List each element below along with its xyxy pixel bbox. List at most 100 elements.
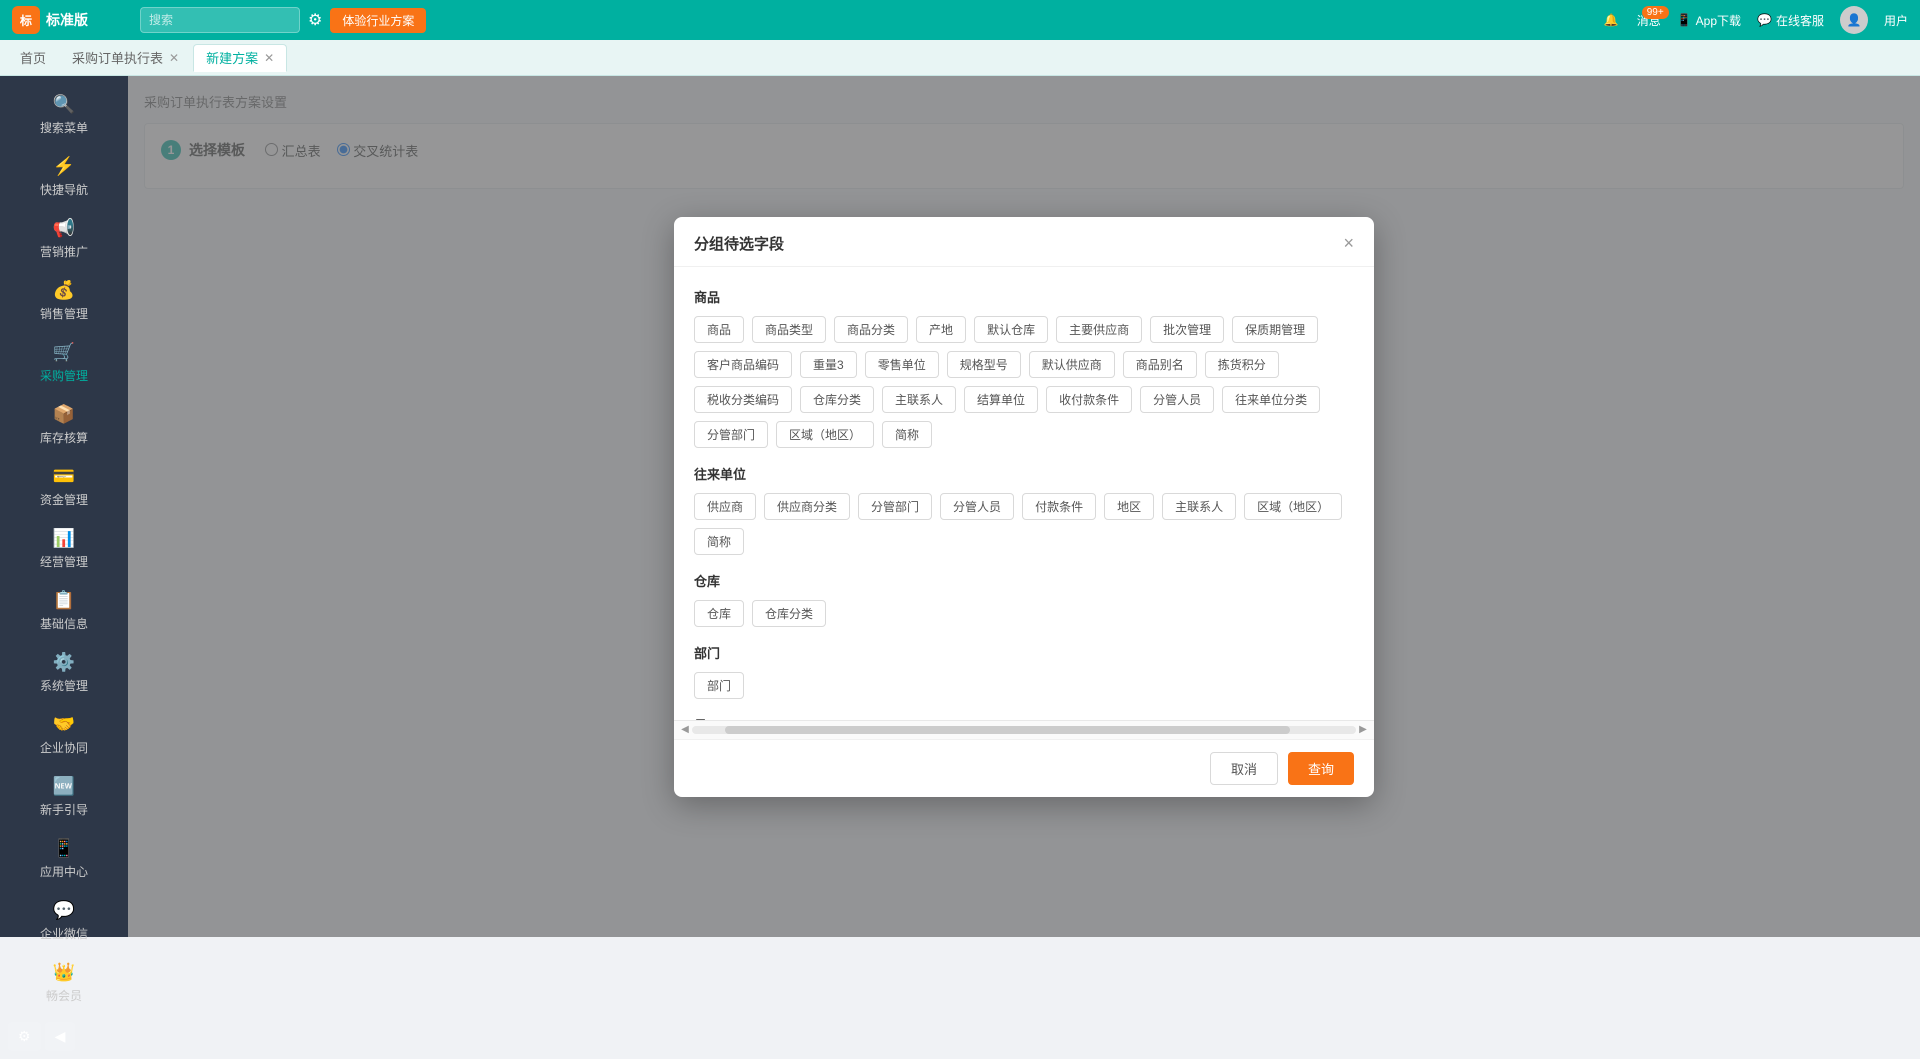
field-tag[interactable]: 仓库 <box>694 600 744 627</box>
field-tag[interactable]: 主联系人 <box>1162 493 1236 520</box>
sidebar-item-marketing[interactable]: 📢 营销推广 <box>0 208 128 270</box>
field-tag[interactable]: 分管人员 <box>1140 386 1214 413</box>
field-tag[interactable]: 简称 <box>882 421 932 448</box>
marketing-icon: 📢 <box>53 218 75 239</box>
field-tag[interactable]: 拣货积分 <box>1205 351 1279 378</box>
sidebar-item-basics[interactable]: 📋 基础信息 <box>0 580 128 642</box>
logo-text: 标准版 <box>46 10 88 30</box>
sidebar-item-member[interactable]: 👑 畅会员 <box>0 952 128 1014</box>
basics-icon: 📋 <box>53 590 75 611</box>
sidebar-item-member-label: 畅会员 <box>46 987 82 1004</box>
tab-new-plan-close[interactable]: ✕ <box>264 51 274 65</box>
field-tag[interactable]: 产地 <box>916 316 966 343</box>
section-title-dept: 部门 <box>694 643 1354 662</box>
header-right: 🔔 99+ 消息 📱 App下载 💬 在线客服 👤 用户 <box>1604 6 1908 34</box>
field-tag[interactable]: 区域（地区） <box>1244 493 1342 520</box>
field-tag[interactable]: 税收分类编码 <box>694 386 792 413</box>
sidebar-item-system[interactable]: ⚙️ 系统管理 <box>0 642 128 704</box>
logo-icon: 标 <box>12 6 40 34</box>
field-tag[interactable]: 仓库分类 <box>800 386 874 413</box>
modal-close-btn[interactable]: × <box>1343 234 1354 252</box>
field-tag[interactable]: 付款条件 <box>1022 493 1096 520</box>
field-tag[interactable]: 商品 <box>694 316 744 343</box>
sidebar-item-quicknav[interactable]: ⚡ 快捷导航 <box>0 146 128 208</box>
tab-purchase-exec-label: 采购订单执行表 <box>72 48 163 67</box>
modal-body[interactable]: 商品 商品 商品类型 商品分类 产地 默认仓库 主要供应商 批次管理 保质期管理… <box>674 267 1374 720</box>
field-tag[interactable]: 主联系人 <box>882 386 956 413</box>
sidebar-collapse-btn[interactable]: ◀ <box>45 1022 76 1051</box>
tab-purchase-exec[interactable]: 采购订单执行表 ✕ <box>60 44 191 72</box>
sidebar-item-sales-label: 销售管理 <box>40 305 88 322</box>
field-tag[interactable]: 默认供应商 <box>1029 351 1115 378</box>
tab-purchase-close[interactable]: ✕ <box>169 51 179 65</box>
field-tag[interactable]: 默认仓库 <box>974 316 1048 343</box>
sidebar-item-finance[interactable]: 💳 资金管理 <box>0 456 128 518</box>
modal-backdrop: 分组待选字段 × 商品 商品 商品类型 商品分类 产地 默认仓库 主要供应商 批… <box>128 76 1920 937</box>
sidebar-item-operations[interactable]: 📊 经营管理 <box>0 518 128 580</box>
h-scroll-thumb <box>725 726 1289 734</box>
cancel-btn[interactable]: 取消 <box>1210 752 1278 785</box>
field-tag[interactable]: 客户商品编码 <box>694 351 792 378</box>
field-tag[interactable]: 分管部门 <box>858 493 932 520</box>
field-tag[interactable]: 仓库分类 <box>752 600 826 627</box>
field-tag[interactable]: 商品分类 <box>834 316 908 343</box>
user-avatar[interactable]: 👤 <box>1840 6 1868 34</box>
field-tag[interactable]: 零售单位 <box>865 351 939 378</box>
h-scroll-track[interactable] <box>692 726 1356 734</box>
field-tag[interactable]: 供应商分类 <box>764 493 850 520</box>
sidebar-item-purchase-label: 采购管理 <box>40 367 88 384</box>
scroll-left-arrow[interactable]: ◀ <box>678 723 692 737</box>
scroll-right-arrow[interactable]: ▶ <box>1356 723 1370 737</box>
field-tag[interactable]: 批次管理 <box>1150 316 1224 343</box>
inventory-icon: 📦 <box>53 404 75 425</box>
sidebar-item-operations-label: 经营管理 <box>40 553 88 570</box>
sidebar-bottom: ⚙ ◀ <box>0 1014 128 1059</box>
field-tag[interactable]: 重量3 <box>800 351 857 378</box>
field-tag[interactable]: 往来单位分类 <box>1222 386 1320 413</box>
gear-icon[interactable]: ⚙ <box>308 10 322 30</box>
field-selection-modal: 分组待选字段 × 商品 商品 商品类型 商品分类 产地 默认仓库 主要供应商 批… <box>674 217 1374 797</box>
modal-h-scrollbar[interactable]: ◀ ▶ <box>674 720 1374 739</box>
online-service-btn[interactable]: 💬 在线客服 <box>1757 12 1824 29</box>
sidebar-item-purchase[interactable]: 🛒 采购管理 <box>0 332 128 394</box>
sidebar-item-sales[interactable]: 💰 销售管理 <box>0 270 128 332</box>
member-icon: 👑 <box>53 962 75 983</box>
field-tag[interactable]: 部门 <box>694 672 744 699</box>
sidebar-item-newbie-label: 新手引导 <box>40 801 88 818</box>
app-download-btn[interactable]: 📱 App下载 <box>1677 12 1741 29</box>
sidebar-item-newbie[interactable]: 🆕 新手引导 <box>0 766 128 828</box>
sidebar-item-wechat[interactable]: 💬 企业微信 <box>0 890 128 952</box>
sidebar: 🔍 搜索菜单 ⚡ 快捷导航 📢 营销推广 💰 销售管理 🛒 采购管理 📦 库存核… <box>0 76 128 937</box>
tab-new-plan-label: 新建方案 <box>206 48 258 67</box>
sidebar-item-search[interactable]: 🔍 搜索菜单 <box>0 84 128 146</box>
sidebar-item-collab[interactable]: 🤝 企业协同 <box>0 704 128 766</box>
main-layout: 🔍 搜索菜单 ⚡ 快捷导航 📢 营销推广 💰 销售管理 🛒 采购管理 📦 库存核… <box>0 76 1920 937</box>
confirm-btn[interactable]: 查询 <box>1288 752 1354 785</box>
field-tag[interactable]: 结算单位 <box>964 386 1038 413</box>
field-tag[interactable]: 简称 <box>694 528 744 555</box>
notification-btn[interactable]: 🔔 99+ 消息 <box>1604 12 1661 29</box>
sidebar-item-inventory[interactable]: 📦 库存核算 <box>0 394 128 456</box>
modal-title: 分组待选字段 <box>694 233 784 254</box>
tab-home-label: 首页 <box>20 48 46 67</box>
field-tag[interactable]: 商品别名 <box>1123 351 1197 378</box>
field-tag[interactable]: 区域（地区） <box>776 421 874 448</box>
field-tags-warehouse: 仓库 仓库分类 <box>694 600 1354 627</box>
field-tag[interactable]: 规格型号 <box>947 351 1021 378</box>
field-tag[interactable]: 供应商 <box>694 493 756 520</box>
field-tag[interactable]: 分管部门 <box>694 421 768 448</box>
tab-home[interactable]: 首页 <box>8 44 58 72</box>
field-tag[interactable]: 商品类型 <box>752 316 826 343</box>
sidebar-settings-btn[interactable]: ⚙ <box>8 1022 41 1051</box>
search-input[interactable] <box>140 7 300 33</box>
tab-new-plan[interactable]: 新建方案 ✕ <box>193 44 287 72</box>
field-tag[interactable]: 保质期管理 <box>1232 316 1318 343</box>
field-tag[interactable]: 分管人员 <box>940 493 1014 520</box>
field-tag[interactable]: 地区 <box>1104 493 1154 520</box>
field-tag[interactable]: 主要供应商 <box>1056 316 1142 343</box>
sidebar-item-finance-label: 资金管理 <box>40 491 88 508</box>
experience-btn[interactable]: 体验行业方案 <box>330 8 426 33</box>
sidebar-item-appcenter[interactable]: 📱 应用中心 <box>0 828 128 890</box>
field-tag[interactable]: 收付款条件 <box>1046 386 1132 413</box>
wechat-icon: 💬 <box>53 900 75 921</box>
